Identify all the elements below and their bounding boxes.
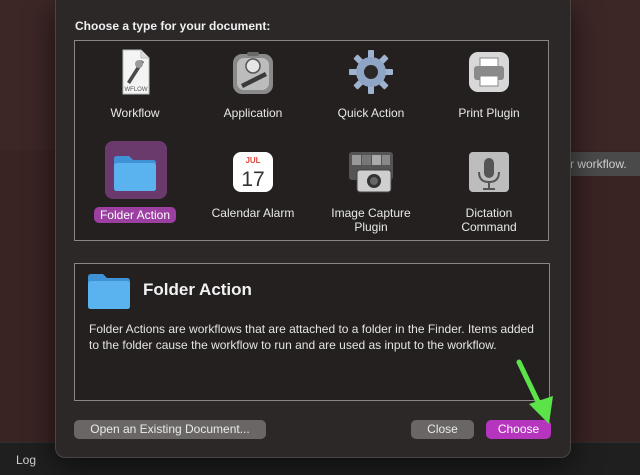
folder-icon (111, 148, 159, 196)
type-application[interactable]: Application (198, 44, 308, 140)
document-type-dialog: Choose a type for your document: WFLOW W… (55, 0, 571, 458)
dialog-prompt: Choose a type for your document: (75, 19, 271, 33)
background-hint-text: r workflow. (566, 152, 640, 176)
workflow-icon-text: WFLOW (125, 87, 148, 93)
close-button[interactable]: Close (411, 420, 474, 439)
type-print-plugin[interactable]: Print Plugin (434, 44, 544, 140)
type-label-line1: Dictation (465, 206, 513, 220)
type-label-line1: Image Capture (331, 206, 411, 220)
type-label: Application (223, 106, 283, 120)
type-label-line2: Command (461, 220, 517, 234)
calendar-day: 17 (241, 168, 264, 191)
log-label[interactable]: Log (16, 453, 36, 467)
type-image-capture-plugin[interactable]: Image Capture Plugin (316, 144, 426, 240)
microphone-icon (465, 148, 513, 196)
calendar-icon: JUL 17 (229, 148, 277, 196)
selected-type-label: Folder Action (93, 207, 177, 223)
open-existing-document-button[interactable]: Open an Existing Document... (74, 420, 266, 439)
annotation-arrow-icon (511, 358, 561, 426)
document-type-grid: WFLOW Workflow Application Quick Action … (74, 40, 549, 241)
camera-icon (347, 148, 395, 196)
description-text: Folder Actions are workflows that are at… (89, 322, 534, 352)
type-description-panel: Folder Action Folder Actions are workflo… (74, 263, 550, 401)
workflow-document-icon: WFLOW (111, 48, 159, 96)
type-folder-action[interactable]: Folder Action (80, 144, 190, 240)
type-quick-action[interactable]: Quick Action (316, 44, 426, 140)
type-label: Workflow (110, 106, 160, 120)
printer-icon (465, 48, 513, 96)
type-label: Calendar Alarm (211, 206, 295, 220)
type-label: Print Plugin (458, 106, 520, 120)
calendar-month: JUL (245, 156, 260, 165)
type-label: Quick Action (337, 106, 405, 120)
gear-icon (347, 48, 395, 96)
type-workflow[interactable]: WFLOW Workflow (80, 44, 190, 140)
folder-icon (87, 272, 131, 310)
description-title: Folder Action (143, 280, 252, 299)
application-robot-icon (229, 48, 277, 96)
type-dictation-command[interactable]: Dictation Command (434, 144, 544, 240)
type-calendar-alarm[interactable]: JUL 17 Calendar Alarm (198, 144, 308, 240)
type-label-line2: Plugin (354, 220, 388, 234)
